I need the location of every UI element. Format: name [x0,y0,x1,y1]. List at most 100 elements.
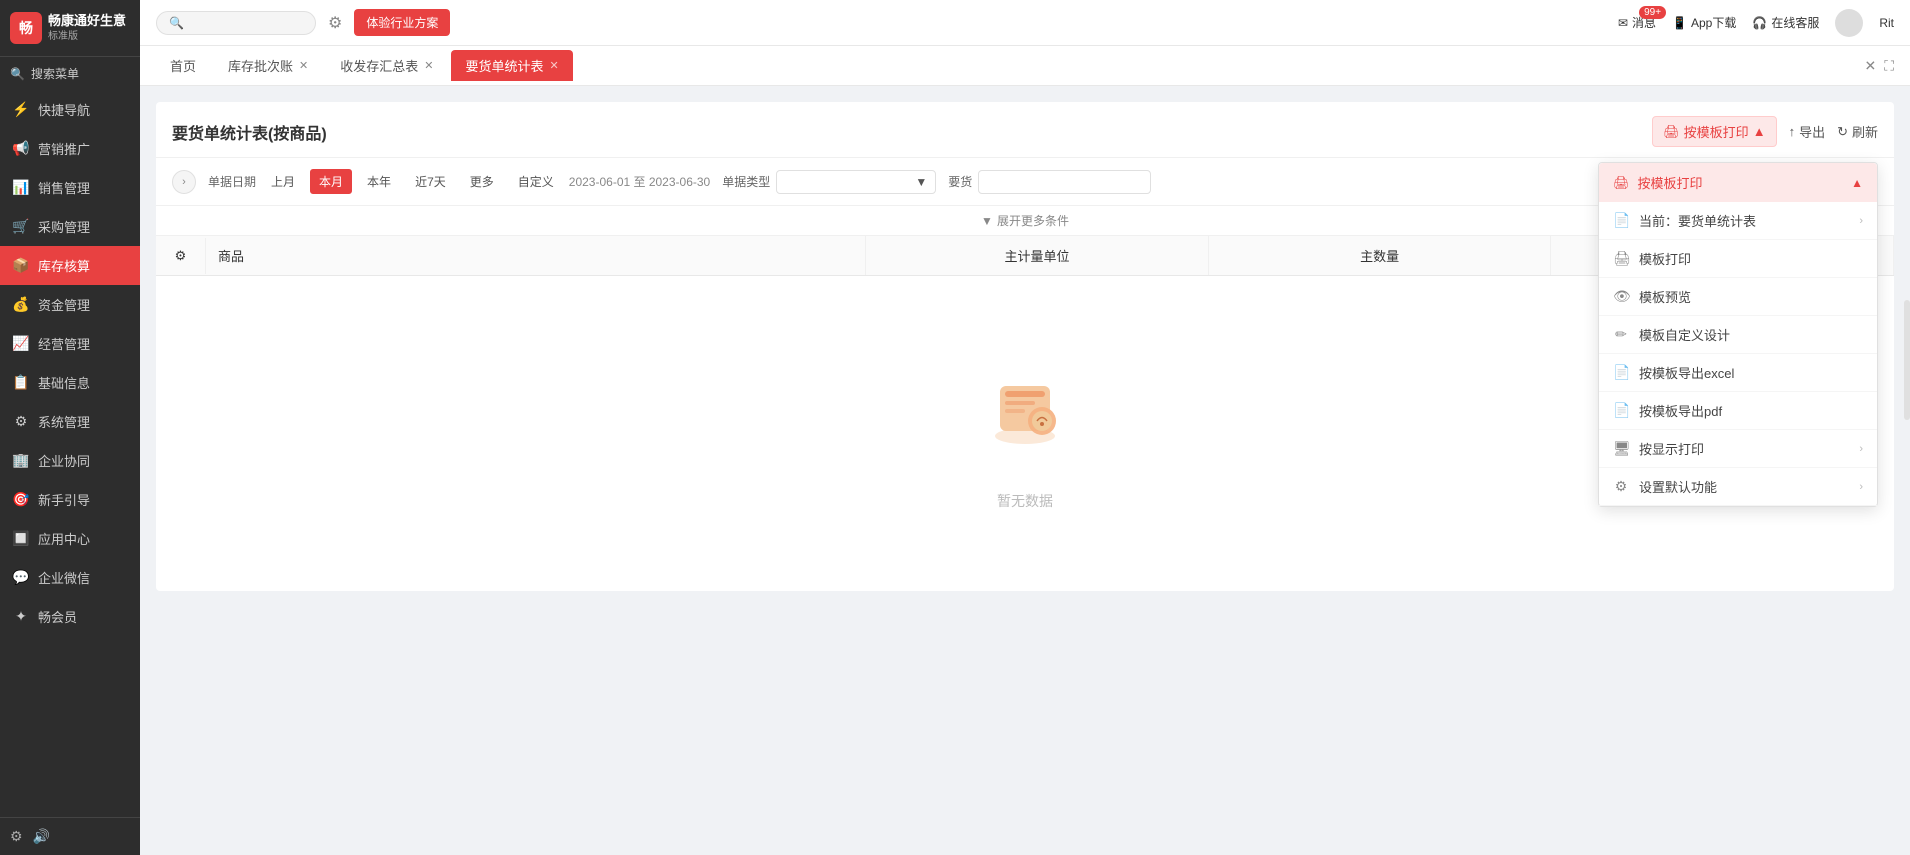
dropdown-display-print[interactable]: 🖥 按显示打印 › [1599,430,1877,468]
sidebar-item-finance[interactable]: 💰 资金管理 [0,285,140,324]
main-card: 要货单统计表(按商品) 🖨 按模板打印 ▲ ↑ 导出 ↻ 刷新 [156,102,1894,591]
sidebar-item-label: 资金管理 [38,295,90,314]
set-default-label: 设置默认功能 [1639,477,1849,496]
template-preview-label: 模板预览 [1639,287,1691,306]
search-icon: 🔍 [10,67,25,81]
empty-icon [975,356,1075,475]
appstore-icon: 🔲 [12,530,30,548]
sidebar-item-purchase[interactable]: 🛒 采购管理 [0,207,140,246]
tab-inventory-batch-close[interactable]: ✕ [299,59,308,72]
tab-order-stats-label: 要货单统计表 [465,56,543,75]
page-actions: 🖨 按模板打印 ▲ ↑ 导出 ↻ 刷新 [1652,116,1878,147]
tab-home[interactable]: 首页 [156,50,210,81]
sound-bottom-icon[interactable]: 🔊 [33,828,50,845]
settings-bottom-icon[interactable]: ⚙ [10,828,23,845]
date-btn-last-month[interactable]: 上月 [262,169,304,194]
filter-arrow-btn[interactable]: › [172,170,196,194]
print-chevron-up-icon: ▲ [1753,124,1766,139]
quick-nav-icon: ⚡ [12,101,30,119]
sidebar-item-label: 系统管理 [38,412,90,431]
sidebar-item-inventory[interactable]: 📦 库存核算 [0,246,140,285]
topbar-gear-icon[interactable]: ⚙ [328,13,342,33]
sidebar-item-wechat[interactable]: 💬 企业微信 [0,558,140,597]
sidebar: 畅 畅康通好生意 标准版 🔍 搜索菜单 ⚡ 快捷导航 📢 营销推广 📊 销售管理… [0,0,140,855]
filter-order-num-label: 要货 [948,173,972,190]
export-btn[interactable]: ↑ 导出 [1789,122,1826,141]
dropdown-export-pdf[interactable]: 📄 按模板导出pdf [1599,392,1877,430]
filter-order-type-select[interactable]: ▼ [776,170,936,194]
trial-btn[interactable]: 体验行业方案 [354,9,450,36]
dropdown-template-print[interactable]: 🖨 模板打印 [1599,240,1877,278]
page-header: 要货单统计表(按商品) 🖨 按模板打印 ▲ ↑ 导出 ↻ 刷新 [156,102,1894,157]
sidebar-item-label: 采购管理 [38,217,90,236]
filter-date-range: 2023-06-01 至 2023-06-30 [569,173,710,190]
sidebar-item-label: 销售管理 [38,178,90,197]
expand-more-icon: ▼ [981,214,993,228]
filter-order-num-input[interactable] [978,170,1151,194]
sidebar-item-marketing[interactable]: 📢 营销推广 [0,129,140,168]
sidebar-item-operations[interactable]: 📈 经营管理 [0,324,140,363]
sidebar-bottom: ⚙ 🔊 [0,817,140,855]
dropdown-chevron-icon: ▲ [1851,176,1863,190]
refresh-btn[interactable]: ↻ 刷新 [1837,122,1878,141]
sidebar-item-member[interactable]: ✦ 畅会员 [0,597,140,636]
logo-icon: 畅 [10,12,42,44]
topbar: 🔍 ⚙ 体验行业方案 ✉ 消息 99+ 📱 App下载 🎧 在线客服 Rit [140,0,1910,46]
sidebar-item-guide[interactable]: 🎯 新手引导 [0,480,140,519]
tab-order-stats-close[interactable]: ✕ [550,59,559,72]
sidebar-item-quick-nav[interactable]: ⚡ 快捷导航 [0,90,140,129]
th-unit: 主计量单位 [866,236,1209,275]
tab-inventory-batch-label: 库存批次账 [228,56,293,75]
sidebar-search[interactable]: 🔍 搜索菜单 [0,57,140,90]
sidebar-item-sales[interactable]: 📊 销售管理 [0,168,140,207]
tab-inventory-batch[interactable]: 库存批次账 ✕ [214,50,322,81]
set-default-arrow-icon: › [1859,481,1863,493]
dropdown-template-preview[interactable]: 👁 模板预览 [1599,278,1877,316]
tab-receivable-summary-close[interactable]: ✕ [424,59,433,72]
print-template-btn[interactable]: 🖨 按模板打印 ▲ [1652,116,1776,147]
sidebar-item-label: 企业协同 [38,451,90,470]
scrollbar[interactable] [1904,300,1910,420]
th-settings[interactable]: ⚙ [156,238,206,274]
topbar-avatar[interactable] [1835,9,1863,37]
date-btn-current-year[interactable]: 本年 [358,169,400,194]
dropdown-current-template[interactable]: 📄 当前：要货单统计表 › [1599,202,1877,240]
logo-sub: 标准版 [48,30,126,43]
tab-close-icon[interactable]: ✕ [1864,57,1876,74]
operations-icon: 📈 [12,335,30,353]
print-dropdown-menu: 🖨 按模板打印 ▲ 📄 当前：要货单统计表 › [1598,162,1878,507]
dropdown-set-default[interactable]: ⚙ 设置默认功能 › [1599,468,1877,506]
purchase-icon: 🛒 [12,218,30,236]
dropdown-title: 按模板打印 [1638,173,1703,192]
sidebar-item-label: 应用中心 [38,529,90,548]
topbar-right: ✉ 消息 99+ 📱 App下载 🎧 在线客服 Rit [1618,9,1894,37]
sidebar-item-enterprise[interactable]: 🏢 企业协同 [0,441,140,480]
topbar-message[interactable]: ✉ 消息 99+ [1618,14,1656,31]
sidebar-nav: ⚡ 快捷导航 📢 营销推广 📊 销售管理 🛒 采购管理 📦 库存核算 💰 资金管… [0,90,140,817]
tab-order-stats[interactable]: 要货单统计表 ✕ [451,50,572,81]
page-title: 要货单统计表(按商品) [172,120,327,144]
app-label: App下载 [1691,14,1736,31]
topbar-app-download[interactable]: 📱 App下载 [1672,14,1736,31]
sidebar-item-basic[interactable]: 📋 基础信息 [0,363,140,402]
date-btn-more[interactable]: 更多 [461,169,503,194]
select-chevron-down-icon: ▼ [915,175,927,189]
tab-receivable-summary[interactable]: 收发存汇总表 ✕ [326,50,447,81]
sidebar-item-label: 经营管理 [38,334,90,353]
topbar-online-service[interactable]: 🎧 在线客服 [1752,14,1819,31]
dropdown-export-excel[interactable]: 📄 按模板导出excel [1599,354,1877,392]
main-area: 🔍 ⚙ 体验行业方案 ✉ 消息 99+ 📱 App下载 🎧 在线客服 Rit [140,0,1910,855]
dropdown-template-design[interactable]: ✏ 模板自定义设计 [1599,316,1877,354]
date-btn-current-month[interactable]: 本月 [310,169,352,194]
filter-order-num-group: 要货 [948,170,1151,194]
dropdown-header[interactable]: 🖨 按模板打印 ▲ [1599,163,1877,202]
date-btn-custom[interactable]: 自定义 [509,169,563,194]
sidebar-item-system[interactable]: ⚙ 系统管理 [0,402,140,441]
th-goods: 商品 [206,236,866,275]
sidebar-item-label: 基础信息 [38,373,90,392]
date-btn-last7[interactable]: 近7天 [406,169,455,194]
sidebar-item-appstore[interactable]: 🔲 应用中心 [0,519,140,558]
tab-expand-icon[interactable]: ⛶ [1884,57,1894,74]
topbar-search[interactable]: 🔍 [156,11,316,35]
topbar-username[interactable]: Rit [1879,16,1894,30]
